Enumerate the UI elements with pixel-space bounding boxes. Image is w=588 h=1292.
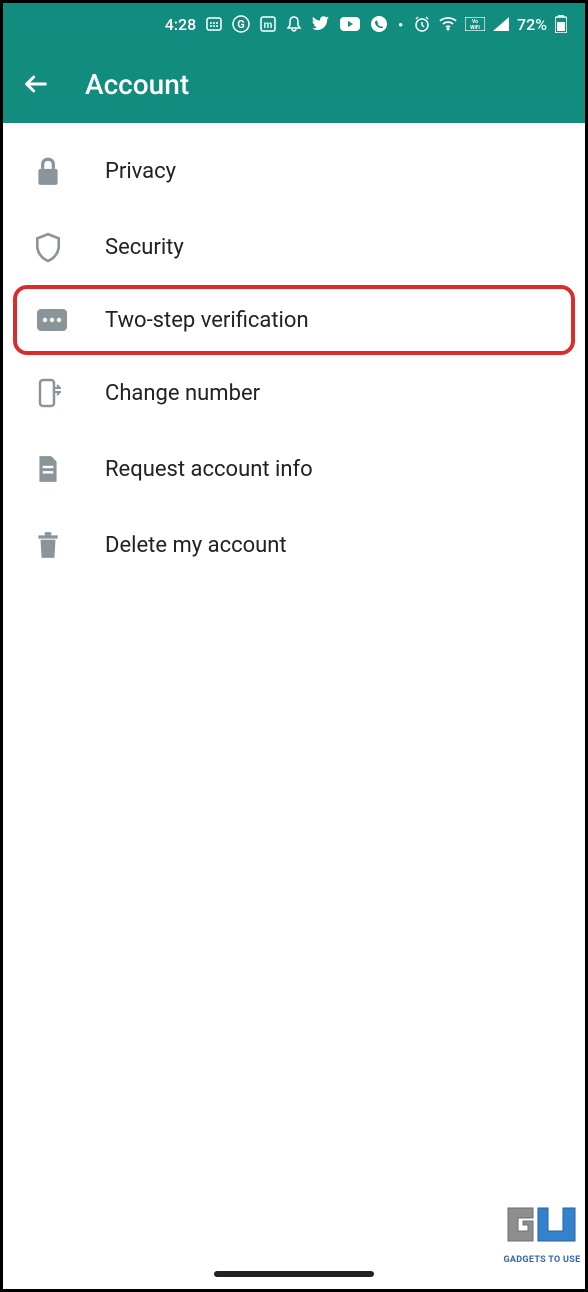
watermark: GADGETS TO USE [503,1203,581,1265]
youtube-icon [340,17,360,31]
watermark-text: GADGETS TO USE [504,1255,581,1265]
alarm-icon [413,15,431,33]
calendar-icon [206,16,222,32]
menu-item-label: Request account info [105,457,313,482]
vowifi-icon: VoWiFi [465,17,485,31]
menu-item-request-account-info[interactable]: Request account info [3,431,585,507]
menu-item-privacy[interactable]: Privacy [3,133,585,209]
m-icon: m [260,16,276,32]
status-time: 4:28 [165,15,197,34]
menu-item-delete-account[interactable]: Delete my account [3,507,585,583]
svg-text:m: m [264,20,273,31]
menu-item-change-number[interactable]: Change number [3,355,585,431]
signal-icon [493,17,509,31]
app-bar: Account [3,45,585,123]
page-title: Account [85,68,189,101]
phone-swap-icon [33,378,63,408]
watermark-logo-icon [503,1203,581,1259]
document-icon [33,454,63,484]
wifi-icon [439,17,457,31]
svg-text:G: G [237,18,245,31]
svg-text:WiFi: WiFi [470,25,480,31]
menu-item-label: Privacy [105,159,176,184]
account-menu: Privacy Security Two-step verification C… [3,123,585,583]
shield-icon [33,232,63,262]
pin-icon [37,305,67,335]
status-bar: 4:28 G m ● VoWiFi [3,3,585,45]
menu-item-label: Delete my account [105,533,287,558]
lock-icon [33,156,63,186]
bell-icon [286,16,302,32]
menu-item-two-step-verification[interactable]: Two-step verification [13,285,575,355]
battery-percentage: 72% [517,15,547,34]
whatsapp-icon [370,15,388,33]
home-indicator[interactable] [214,1271,374,1277]
twitter-icon [312,16,330,32]
menu-item-label: Change number [105,381,260,406]
menu-item-security[interactable]: Security [3,209,585,285]
trash-icon [33,530,63,560]
menu-item-label: Two-step verification [105,308,309,333]
arrow-left-icon [22,70,50,98]
g-icon: G [232,15,250,33]
battery-icon [555,15,567,33]
back-button[interactable] [15,63,57,105]
dot-icon: ● [398,20,403,29]
menu-item-label: Security [105,235,184,260]
